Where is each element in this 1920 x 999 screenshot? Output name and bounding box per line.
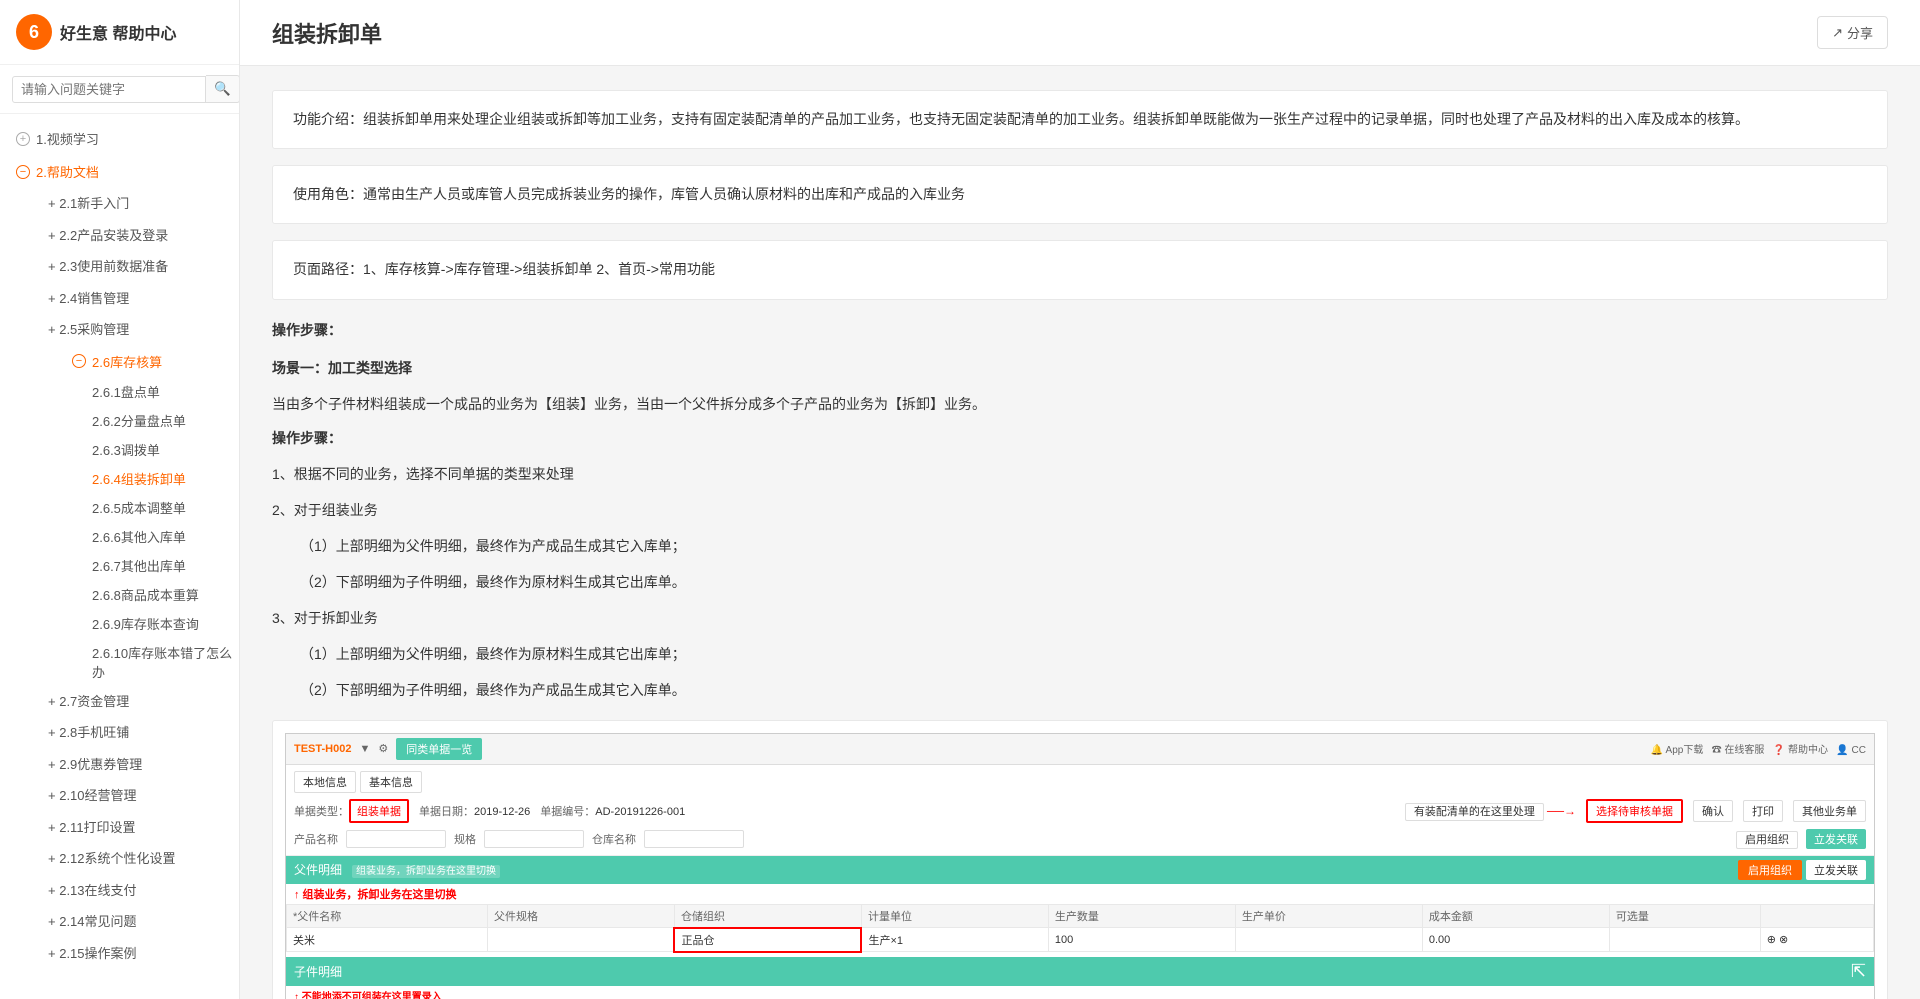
sidebar: 6 好生意 帮助中心 🔍 + 1.视频学习 − 2.帮助文档 + 2.1新手入门 (0, 0, 240, 999)
nav-sub-help: + 2.1新手入门 + 2.2产品安装及登录 + 2.3使用前数据准备 + 2.… (0, 188, 239, 969)
sidebar-item-system[interactable]: + 2.12系统个性化设置 (36, 843, 239, 875)
mock-lower-table: 子件明细 ⇱ ↑ 不能地添不可组装在这里置录入 # *子件名称 规格/型号 仓储… (286, 957, 1874, 999)
mock-app-id: TEST-H002 (294, 743, 351, 755)
collapse-sub-icon: − (72, 354, 86, 368)
mock-new-tab: 同类单据一览 (396, 738, 482, 760)
sidebar-header: 6 好生意 帮助中心 (0, 0, 239, 65)
sidebar-item-stocktake[interactable]: 2.6.1盘点单 (92, 377, 239, 406)
sidebar-item-faq[interactable]: + 2.14常见问题 (36, 906, 239, 938)
sidebar-item-video[interactable]: + 1.视频学习 (0, 122, 239, 155)
mock-top-bar: TEST-H002 ▼ ⚙ 同类单据一览 🔔 App下载 ☎ 在线客服 ❓ 帮助… (286, 734, 1874, 765)
path-block: 页面路径：1、库存核算->库存管理->组装拆卸单 2、首页->常用功能 (272, 240, 1888, 299)
app-logo: 6 (16, 14, 52, 50)
sidebar-item-print[interactable]: + 2.11打印设置 (36, 812, 239, 844)
sidebar-item-purchase[interactable]: + 2.5采购管理 (36, 314, 239, 346)
sidebar-item-transfer[interactable]: 2.6.3调拨单 (92, 435, 239, 464)
sidebar-item-partial-stocktake[interactable]: 2.6.2分量盘点单 (92, 406, 239, 435)
search-bar: 🔍 (0, 65, 239, 114)
sidebar-item-finance[interactable]: + 2.7资金管理 (36, 686, 239, 718)
role-block: 使用角色：通常由生产人员或库管人员完成拆装业务的操作，库管人员确认原材料的出库和… (272, 165, 1888, 224)
sidebar-item-ledger-error[interactable]: 2.6.10库存账本错了怎么办 (92, 638, 239, 686)
annotation-fill: ↑ 不能地添不可组装在这里置录入 (286, 986, 1874, 999)
sidebar-item-online-pay[interactable]: + 2.13在线支付 (36, 875, 239, 907)
operations-section: 操作步骤： 场景一：加工类型选择 当由多个子件材料组装成一个成品的业务为【组装】… (272, 316, 1888, 704)
sidebar-item-coupon[interactable]: + 2.9优惠券管理 (36, 749, 239, 781)
search-input[interactable] (12, 76, 206, 103)
share-button[interactable]: ↗ 分享 (1817, 16, 1888, 49)
mock-form-fields: 单据类型：组装单据 单据日期：2019-12-26 单据编号：AD-201912… (294, 799, 1866, 823)
sidebar-item-install[interactable]: + 2.2产品安装及登录 (36, 220, 239, 252)
search-button[interactable]: 🔍 (206, 75, 240, 103)
sidebar-item-other-in[interactable]: 2.6.6其他入库单 (92, 522, 239, 551)
main-header: 组装拆卸单 ↗ 分享 (240, 0, 1920, 66)
sidebar-item-inventory[interactable]: − 2.6库存核算 (36, 346, 239, 377)
sidebar-item-beginner[interactable]: + 2.1新手入门 (36, 188, 239, 220)
sidebar-item-cost-adjust[interactable]: 2.6.5成本调整单 (92, 493, 239, 522)
share-icon: ↗ (1832, 25, 1843, 41)
sidebar-item-data-prep[interactable]: + 2.3使用前数据准备 (36, 251, 239, 283)
sidebar-item-cases[interactable]: + 2.15操作案例 (36, 938, 239, 970)
nav-group-1: + 1.视频学习 (0, 122, 239, 155)
mock-upper-table-data: *父件名称 父件规格 仓储组织 计量单位 生产数量 生产单价 成本金额 可选量 (286, 904, 1874, 953)
collapse-icon: − (16, 165, 30, 179)
sidebar-nav: + 1.视频学习 − 2.帮助文档 + 2.1新手入门 + 2.2产品安装及登录… (0, 114, 239, 999)
sidebar-item-assembly[interactable]: 2.6.4组装拆卸单 (92, 464, 239, 493)
sidebar-item-ledger-query[interactable]: 2.6.9库存账本查询 (92, 609, 239, 638)
expand-icon: + (16, 132, 30, 146)
app-title: 好生意 帮助中心 (60, 20, 176, 44)
main-content: 组装拆卸单 ↗ 分享 功能介绍：组装拆卸单用来处理企业组装或拆卸等加工业务，支持… (240, 0, 1920, 999)
page-title: 组装拆卸单 (272, 17, 382, 49)
sidebar-item-operations[interactable]: + 2.10经营管理 (36, 780, 239, 812)
mock-doc-header: 本地信息 基本信息 单据类型：组装单据 单据日期：2019-12-26 单据编号… (286, 765, 1874, 856)
mock-screen: TEST-H002 ▼ ⚙ 同类单据一览 🔔 App下载 ☎ 在线客服 ❓ 帮助… (285, 733, 1875, 999)
sidebar-item-help-docs[interactable]: − 2.帮助文档 (0, 155, 239, 188)
nav-sub-inventory: 2.6.1盘点单 2.6.2分量盘点单 2.6.3调拨单 2.6.4组装拆卸单 … (36, 377, 239, 686)
sidebar-item-other-out[interactable]: 2.6.7其他出库单 (92, 551, 239, 580)
sidebar-item-cost-recalc[interactable]: 2.6.8商品成本重算 (92, 580, 239, 609)
screenshot-container: TEST-H002 ▼ ⚙ 同类单据一览 🔔 App下载 ☎ 在线客服 ❓ 帮助… (272, 720, 1888, 999)
mock-upper-table: 父件明细 组装业务，拆卸业务在这里切换 启用组织 立发关联 ↑ 组装业务，拆卸业… (286, 856, 1874, 957)
mock-tabs: 本地信息 基本信息 (294, 771, 1866, 793)
nav-group-2: − 2.帮助文档 + 2.1新手入门 + 2.2产品安装及登录 + 2.3使用前… (0, 155, 239, 969)
sidebar-item-mobile[interactable]: + 2.8手机旺铺 (36, 717, 239, 749)
intro-block: 功能介绍：组装拆卸单用来处理企业组装或拆卸等加工业务，支持有固定装配清单的产品加… (272, 90, 1888, 149)
content-area: 功能介绍：组装拆卸单用来处理企业组装或拆卸等加工业务，支持有固定装配清单的产品加… (240, 66, 1920, 999)
sidebar-item-sales[interactable]: + 2.4销售管理 (36, 283, 239, 315)
